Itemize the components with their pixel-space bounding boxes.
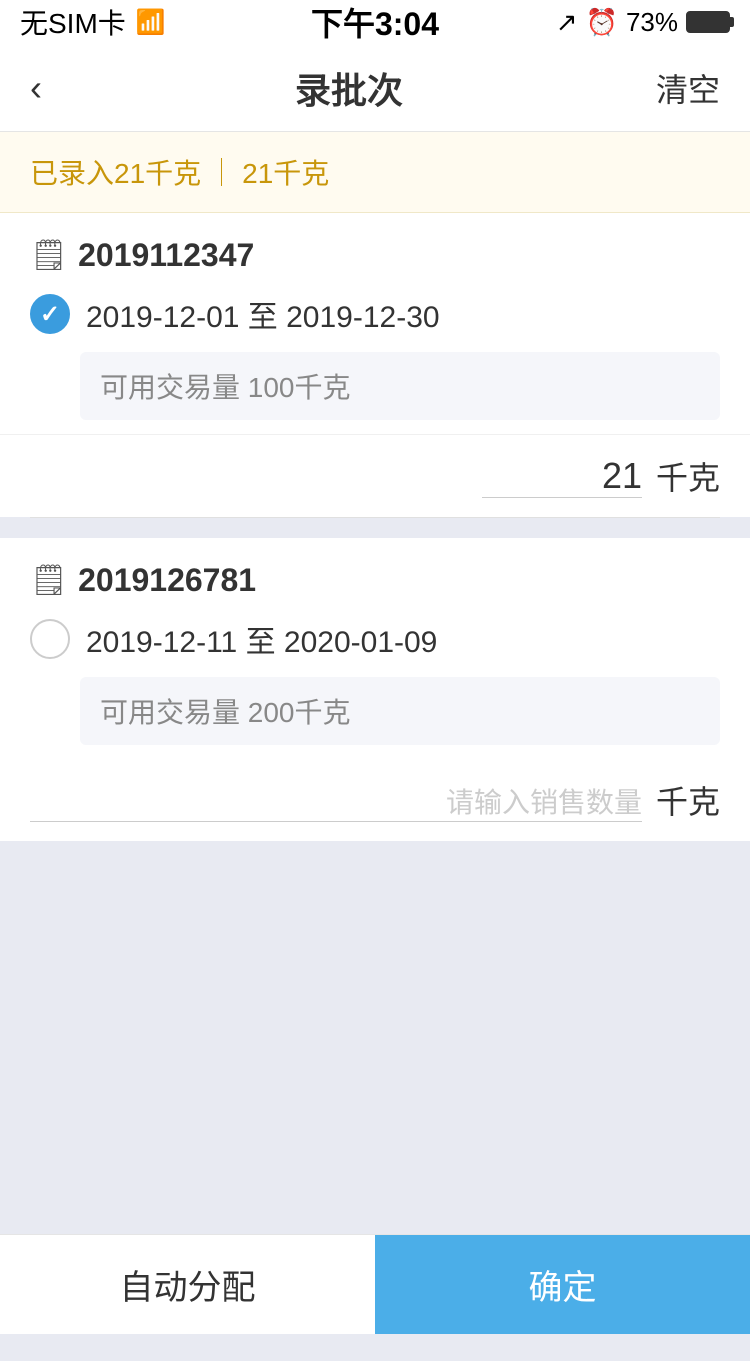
battery-icon: [686, 11, 730, 33]
batch-avail-1: 可用交易量 100千克: [80, 352, 720, 420]
batch-header-1: 🗒 2019112347: [0, 213, 750, 284]
qty-underline-1: [482, 455, 642, 498]
location-icon: ↗: [556, 7, 578, 38]
wifi-icon: 📶: [136, 8, 166, 37]
batch-card-2: 🗒 2019126781 2019-12-11 至 2020-01-09 可用交…: [0, 538, 750, 841]
qty-underline-2: [30, 779, 642, 822]
page-title: 录批次: [295, 62, 403, 114]
carrier-text: 无SIM卡: [20, 2, 126, 42]
status-left: 无SIM卡 📶: [20, 2, 166, 42]
batch-id-2: 2019126781: [78, 562, 256, 599]
batch-avail-2: 可用交易量 200千克: [80, 677, 720, 745]
doc-icon-1: 🗒: [30, 238, 68, 273]
qty-row-2: 千克: [0, 759, 750, 841]
content-area: 🗒 2019112347 2019-12-01 至 2019-12-30 可用交…: [0, 213, 750, 1361]
status-time: 下午3:04: [311, 0, 439, 45]
qty-input-2[interactable]: [342, 779, 642, 821]
batch-id-1: 2019112347: [78, 237, 254, 274]
qty-unit-2: 千克: [656, 777, 720, 823]
radio-1[interactable]: [30, 294, 70, 334]
qty-row-1: 千克: [0, 434, 750, 517]
status-right: ↗ ⏰ 73%: [556, 7, 730, 38]
empty-area: [0, 841, 750, 1261]
bottom-bar: 自动分配 确定: [0, 1234, 750, 1334]
doc-icon-2: 🗒: [30, 563, 68, 598]
status-bar: 无SIM卡 📶 下午3:04 ↗ ⏰ 73%: [0, 0, 750, 44]
radio-2[interactable]: [30, 619, 70, 659]
batch-date-2: 2019-12-11 至 2020-01-09: [86, 617, 437, 661]
total-amount: 21千克: [242, 152, 329, 192]
summary-bar: 已录入21千克 21千克: [0, 132, 750, 213]
batch-card-1: 🗒 2019112347 2019-12-01 至 2019-12-30 可用交…: [0, 213, 750, 517]
qty-input-1[interactable]: [482, 455, 642, 497]
batch-date-row-2[interactable]: 2019-12-11 至 2020-01-09: [0, 609, 750, 669]
confirm-button[interactable]: 确定: [375, 1235, 750, 1334]
alarm-icon: ⏰: [586, 7, 618, 38]
batch-date-row-1[interactable]: 2019-12-01 至 2019-12-30: [0, 284, 750, 344]
battery-text: 73%: [626, 7, 678, 38]
auto-distribute-button[interactable]: 自动分配: [0, 1235, 375, 1334]
recorded-amount: 已录入21千克: [30, 152, 201, 192]
nav-bar: ‹ 录批次 清空: [0, 44, 750, 132]
back-button[interactable]: ‹: [30, 67, 42, 109]
batch-header-2: 🗒 2019126781: [0, 538, 750, 609]
qty-unit-1: 千克: [656, 453, 720, 499]
summary-divider: [221, 158, 222, 186]
section-separator: [30, 517, 720, 518]
batch-date-1: 2019-12-01 至 2019-12-30: [86, 292, 440, 336]
clear-button[interactable]: 清空: [656, 65, 720, 111]
